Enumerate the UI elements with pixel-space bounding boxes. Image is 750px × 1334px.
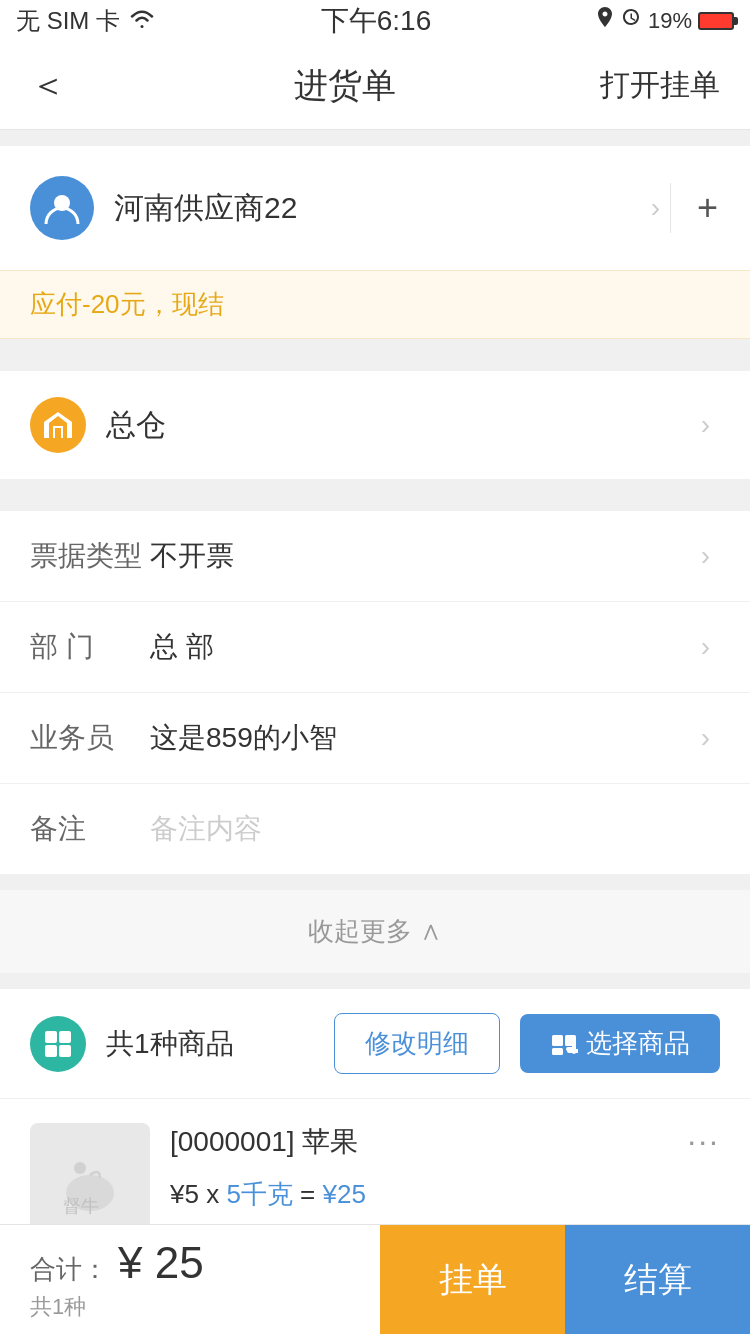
products-icon xyxy=(30,1016,86,1072)
status-right: 19% xyxy=(596,7,734,35)
invoice-type-value: 不开票 xyxy=(150,537,701,575)
nav-bar: ＜ 进货单 打开挂单 xyxy=(0,42,750,130)
warehouse-icon xyxy=(30,397,86,453)
product-name: [0000001] 苹果 xyxy=(170,1123,667,1161)
status-left: 无 SIM 卡 xyxy=(16,5,156,37)
department-value: 总 部 xyxy=(150,628,701,666)
select-product-button[interactable]: 选择商品 xyxy=(520,1014,720,1073)
products-count-label: 共1种商品 xyxy=(106,1025,314,1063)
department-row[interactable]: 部 门 总 部 › xyxy=(0,602,750,693)
form-section: 票据类型 不开票 › 部 门 总 部 › 业务员 这是859的小智 › 备注 备… xyxy=(0,511,750,874)
carrier-text: 无 SIM 卡 xyxy=(16,5,120,37)
svg-rect-10 xyxy=(566,1047,576,1051)
supplier-notice: 应付-20元，现结 xyxy=(0,270,750,339)
salesperson-chevron-icon: › xyxy=(701,722,710,754)
wifi-icon xyxy=(128,7,156,35)
invoice-type-label: 票据类型 xyxy=(30,537,150,575)
product-price: ¥5 x 5千克 = ¥25 xyxy=(170,1177,667,1212)
battery-percent: 19% xyxy=(648,8,692,34)
checkout-button[interactable]: 结算 xyxy=(565,1225,750,1334)
warehouse-section: 总仓 › xyxy=(0,371,750,479)
svg-rect-1 xyxy=(45,1031,57,1043)
footer: 合计： ¥ 25 共1种 挂单 结算 xyxy=(0,1224,750,1334)
status-bar: 无 SIM 卡 下午6:16 19% xyxy=(0,0,750,42)
edit-details-button[interactable]: 修改明细 xyxy=(334,1013,500,1074)
page-title: 进货单 xyxy=(294,63,396,109)
add-supplier-button[interactable]: + xyxy=(670,183,720,233)
svg-rect-2 xyxy=(59,1031,71,1043)
remark-label: 备注 xyxy=(30,810,150,848)
department-chevron-icon: › xyxy=(701,631,710,663)
svg-rect-4 xyxy=(59,1045,71,1057)
supplier-row[interactable]: 河南供应商22 › + xyxy=(0,146,750,270)
select-product-label: 选择商品 xyxy=(586,1026,690,1061)
open-hang-button[interactable]: 打开挂单 xyxy=(600,65,720,106)
svg-rect-5 xyxy=(552,1035,563,1046)
supplier-avatar xyxy=(30,176,94,240)
remark-row[interactable]: 备注 备注内容 xyxy=(0,784,750,874)
salesperson-value: 这是859的小智 xyxy=(150,719,701,757)
hang-button[interactable]: 挂单 xyxy=(380,1225,565,1334)
department-label: 部 门 xyxy=(30,628,150,666)
warehouse-chevron-icon: › xyxy=(701,409,710,441)
collapse-row[interactable]: 收起更多 ∧ xyxy=(0,890,750,973)
footer-total-sub: 共1种 xyxy=(30,1292,350,1322)
location-icon xyxy=(596,7,614,35)
footer-total-amount: ¥ 25 xyxy=(118,1238,204,1288)
remark-input[interactable]: 备注内容 xyxy=(150,810,720,848)
back-button[interactable]: ＜ xyxy=(30,61,90,110)
svg-rect-3 xyxy=(45,1045,57,1057)
products-header: 共1种商品 修改明细 选择商品 xyxy=(0,989,750,1099)
invoice-type-row[interactable]: 票据类型 不开票 › xyxy=(0,511,750,602)
footer-total-label: 合计： xyxy=(30,1252,108,1287)
salesperson-row[interactable]: 业务员 这是859的小智 › xyxy=(0,693,750,784)
status-time: 下午6:16 xyxy=(321,2,432,40)
product-more-button[interactable]: ··· xyxy=(687,1123,720,1160)
supplier-section: 河南供应商22 › + 应付-20元，现结 xyxy=(0,146,750,339)
svg-text:督牛: 督牛 xyxy=(63,1196,99,1216)
alarm-icon xyxy=(620,7,642,35)
product-info: [0000001] 苹果 ¥5 x 5千克 = ¥25 xyxy=(170,1123,667,1212)
invoice-type-chevron-icon: › xyxy=(701,540,710,572)
supplier-name: 河南供应商22 xyxy=(114,188,651,229)
supplier-chevron-icon: › xyxy=(651,192,660,224)
battery-icon xyxy=(698,12,734,30)
svg-rect-7 xyxy=(552,1048,563,1055)
warehouse-row[interactable]: 总仓 › xyxy=(0,371,750,479)
salesperson-label: 业务员 xyxy=(30,719,150,757)
warehouse-name: 总仓 xyxy=(106,405,701,446)
svg-point-11 xyxy=(74,1162,86,1174)
footer-total: 合计： ¥ 25 共1种 xyxy=(0,1225,380,1334)
